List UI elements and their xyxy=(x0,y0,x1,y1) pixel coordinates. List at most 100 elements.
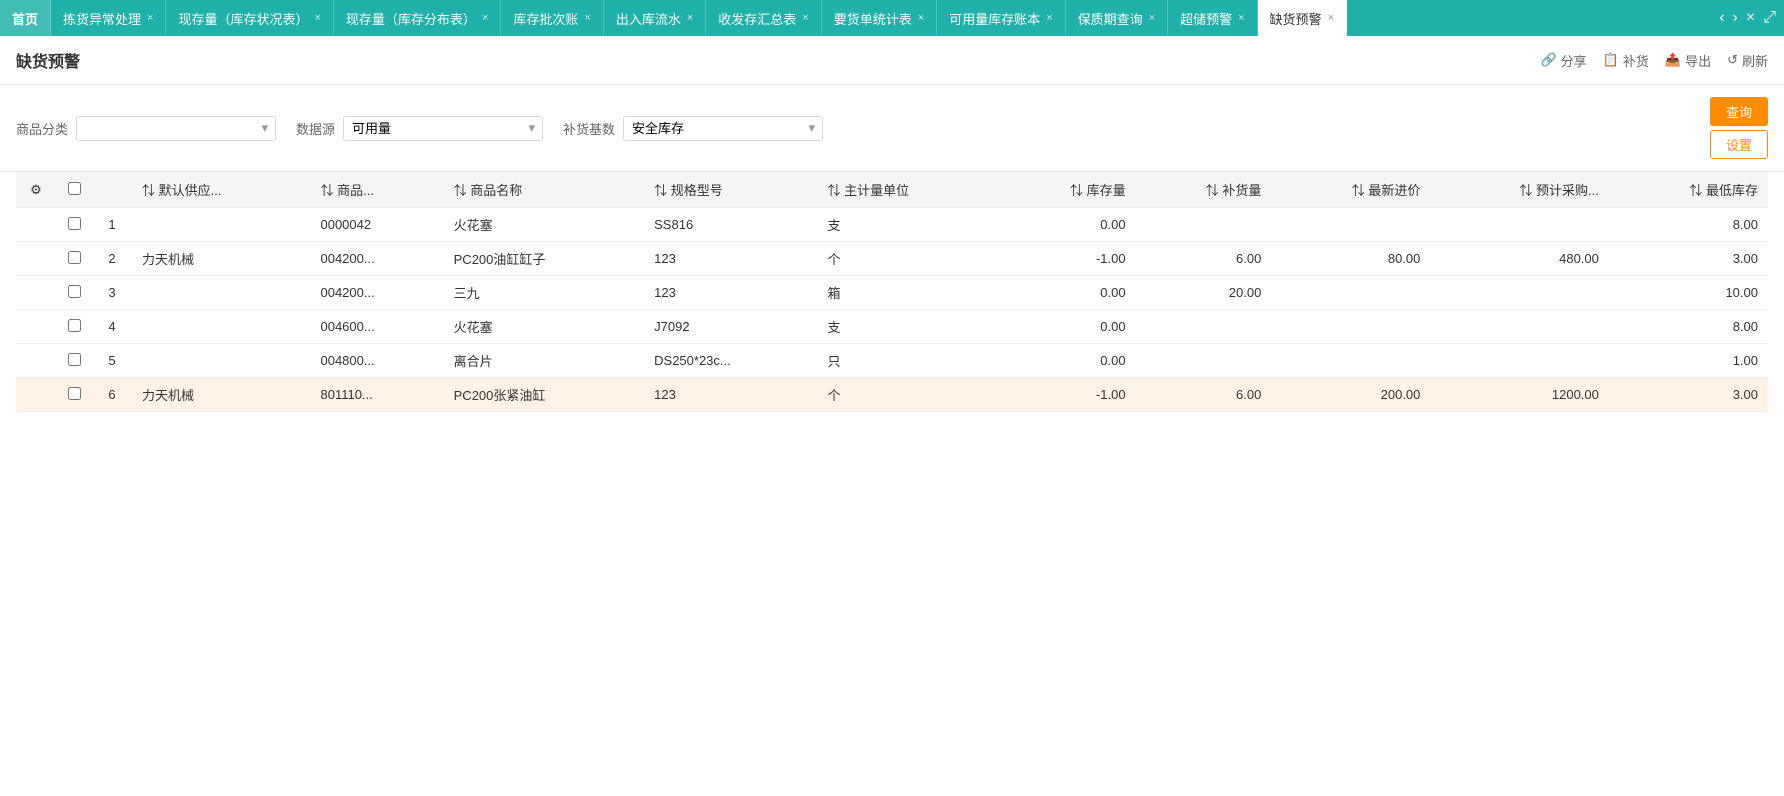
main-content: 缺货预警 🔗 分享 📋 补货 📤 导出 ↺ 刷新 商品分类 xyxy=(0,36,1784,796)
tab-exception[interactable]: 拣货异常处理 × xyxy=(51,0,166,36)
row-product-code: 0000042 xyxy=(310,208,443,242)
row-unit: 个 xyxy=(817,242,999,276)
row-spec: J7092 xyxy=(644,310,817,344)
tab-fullscreen-button[interactable]: ⤢ xyxy=(1759,9,1780,27)
row-replenish: 6.00 xyxy=(1136,242,1272,276)
row-spec: 123 xyxy=(644,378,817,412)
close-tab-shortage[interactable]: × xyxy=(1328,12,1334,24)
row-min-stock: 10.00 xyxy=(1609,276,1768,310)
row-product-name: PC200油缸缸子 xyxy=(444,242,645,276)
row-stock: 0.00 xyxy=(1000,208,1136,242)
th-spec[interactable]: ⇅ 规格型号 xyxy=(644,172,817,208)
tab-prev-button[interactable]: ‹ xyxy=(1715,9,1728,27)
tab-order-stat[interactable]: 要货单统计表 × xyxy=(822,0,937,36)
row-settings-cell xyxy=(16,344,56,378)
row-checkbox[interactable] xyxy=(68,251,81,264)
close-tab-inout-flow[interactable]: × xyxy=(687,12,693,24)
row-settings-cell xyxy=(16,208,56,242)
tab-close-all-button[interactable]: × xyxy=(1742,9,1759,27)
row-checkbox-cell[interactable] xyxy=(56,378,92,412)
sort-icon-product-name: ⇅ xyxy=(454,183,467,198)
row-unit: 只 xyxy=(817,344,999,378)
row-min-stock: 3.00 xyxy=(1609,378,1768,412)
th-min-stock[interactable]: ⇅ 最低库存 xyxy=(1609,172,1768,208)
row-est-purchase xyxy=(1430,344,1608,378)
th-checkbox[interactable] xyxy=(56,172,92,208)
th-product-name[interactable]: ⇅ 商品名称 xyxy=(444,172,645,208)
row-product-code: 004200... xyxy=(310,242,443,276)
th-supplier[interactable]: ⇅ 默认供应... xyxy=(132,172,310,208)
tab-inout-flow[interactable]: 出入库流水 × xyxy=(604,0,706,36)
th-replenish[interactable]: ⇅ 补货量 xyxy=(1136,172,1272,208)
category-select-wrapper xyxy=(76,116,276,141)
tab-batch-account[interactable]: 库存批次账 × xyxy=(501,0,603,36)
th-product-code[interactable]: ⇅ 商品... xyxy=(310,172,443,208)
tab-inventory-dist[interactable]: 现存量（库存分布表） × xyxy=(334,0,501,36)
tab-home[interactable]: 首页 xyxy=(0,0,51,36)
th-unit[interactable]: ⇅ 主计量单位 xyxy=(817,172,999,208)
refresh-button[interactable]: ↺ 刷新 xyxy=(1727,51,1768,70)
row-replenish xyxy=(1136,310,1272,344)
row-replenish: 6.00 xyxy=(1136,378,1272,412)
close-tab-exception[interactable]: × xyxy=(147,12,153,24)
tab-next-button[interactable]: › xyxy=(1729,9,1742,27)
close-tab-collection[interactable]: × xyxy=(802,12,808,24)
row-min-stock: 3.00 xyxy=(1609,242,1768,276)
row-stock: 0.00 xyxy=(1000,310,1136,344)
th-stock[interactable]: ⇅ 库存量 xyxy=(1000,172,1136,208)
row-checkbox[interactable] xyxy=(68,217,81,230)
row-unit: 支 xyxy=(817,310,999,344)
datasource-select[interactable]: 可用量 xyxy=(343,116,543,141)
sort-icon-replenish: ⇅ xyxy=(1206,183,1219,198)
close-tab-order-stat[interactable]: × xyxy=(918,12,924,24)
row-checkbox[interactable] xyxy=(68,285,81,298)
replenish-button[interactable]: 📋 补货 xyxy=(1603,51,1649,70)
page-header: 缺货预警 🔗 分享 📋 补货 📤 导出 ↺ 刷新 xyxy=(0,36,1784,85)
row-checkbox-cell[interactable] xyxy=(56,344,92,378)
row-supplier xyxy=(132,344,310,378)
close-tab-overstock[interactable]: × xyxy=(1238,12,1244,24)
replenish-base-select-wrapper: 安全库存 xyxy=(623,116,823,141)
export-button[interactable]: 📤 导出 xyxy=(1665,51,1711,70)
row-checkbox-cell[interactable] xyxy=(56,242,92,276)
row-index: 4 xyxy=(92,310,132,344)
th-latest-price[interactable]: ⇅ 最新进价 xyxy=(1271,172,1430,208)
row-index: 5 xyxy=(92,344,132,378)
close-tab-expiry[interactable]: × xyxy=(1149,12,1155,24)
row-checkbox-cell[interactable] xyxy=(56,310,92,344)
row-checkbox[interactable] xyxy=(68,387,81,400)
share-button[interactable]: 🔗 分享 xyxy=(1540,51,1586,70)
share-icon: 🔗 xyxy=(1540,52,1556,68)
settings-button[interactable]: 设置 xyxy=(1710,130,1768,159)
sort-icon-stock: ⇅ xyxy=(1070,183,1083,198)
row-checkbox[interactable] xyxy=(68,319,81,332)
tab-collection[interactable]: 收发存汇总表 × xyxy=(706,0,821,36)
row-min-stock: 8.00 xyxy=(1609,208,1768,242)
category-select[interactable] xyxy=(76,116,276,141)
close-tab-inventory-dist[interactable]: × xyxy=(482,12,488,24)
row-checkbox-cell[interactable] xyxy=(56,276,92,310)
row-checkbox[interactable] xyxy=(68,353,81,366)
datasource-select-wrapper: 可用量 xyxy=(343,116,543,141)
table-row: 3 004200... 三九 123 箱 0.00 20.00 10.00 xyxy=(16,276,1768,310)
row-latest-price xyxy=(1271,344,1430,378)
close-tab-batch-account[interactable]: × xyxy=(584,12,590,24)
row-checkbox-cell[interactable] xyxy=(56,208,92,242)
query-button[interactable]: 查询 xyxy=(1710,97,1768,126)
close-tab-inventory-status[interactable]: × xyxy=(314,12,320,24)
tab-inventory-status[interactable]: 现存量（库存状况表） × xyxy=(166,0,333,36)
table-body: 1 0000042 火花塞 SS816 支 0.00 8.00 2 力天机械 0… xyxy=(16,208,1768,412)
replenish-base-select[interactable]: 安全库存 xyxy=(623,116,823,141)
tab-shortage[interactable]: 缺货预警 × xyxy=(1258,0,1347,36)
th-settings[interactable]: ⚙ xyxy=(16,172,56,208)
select-all-checkbox[interactable] xyxy=(68,182,81,195)
close-tab-available[interactable]: × xyxy=(1046,12,1052,24)
row-index: 2 xyxy=(92,242,132,276)
tab-available[interactable]: 可用量库存账本 × xyxy=(937,0,1065,36)
table-row: 1 0000042 火花塞 SS816 支 0.00 8.00 xyxy=(16,208,1768,242)
row-product-name: 火花塞 xyxy=(444,208,645,242)
tab-expiry[interactable]: 保质期查询 × xyxy=(1066,0,1168,36)
tab-overstock[interactable]: 超储预警 × xyxy=(1168,0,1257,36)
row-min-stock: 1.00 xyxy=(1609,344,1768,378)
th-est-purchase[interactable]: ⇅ 预计采购... xyxy=(1430,172,1608,208)
